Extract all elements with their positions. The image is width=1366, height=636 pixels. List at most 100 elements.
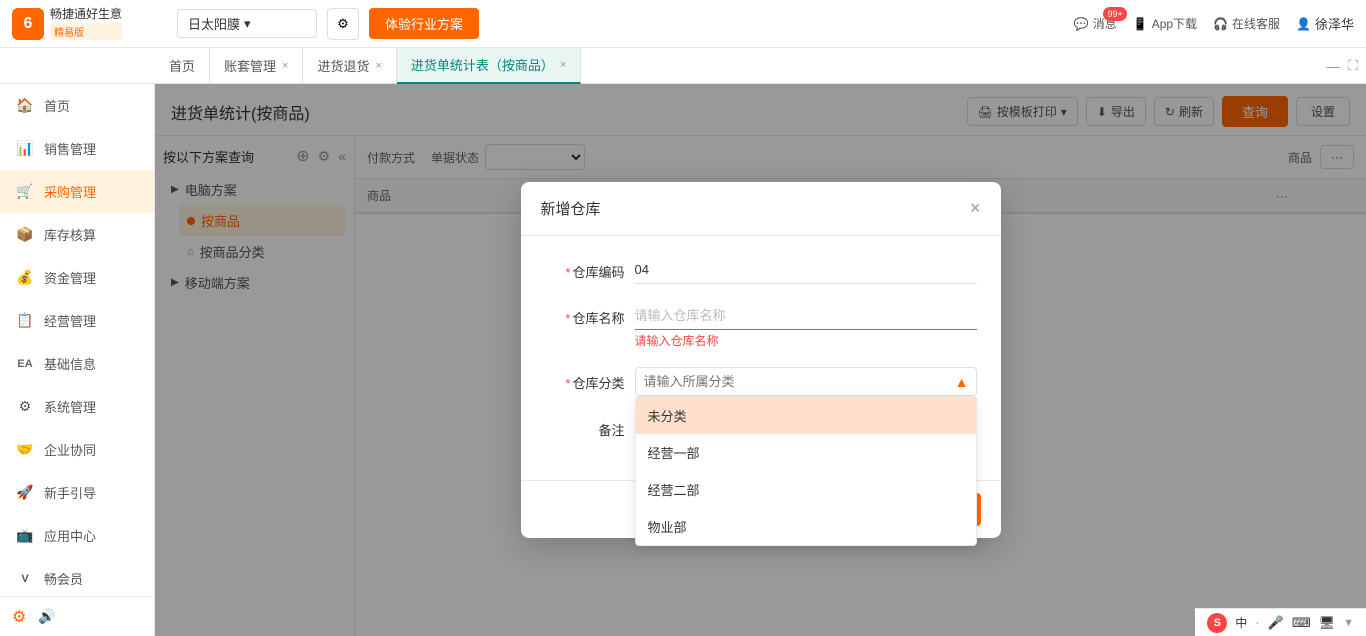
tab-account-management[interactable]: 账套管理 × [210, 48, 303, 84]
name-input[interactable] [635, 302, 977, 330]
online-service-label: 在线客服 [1232, 15, 1280, 32]
modal-overlay: 新增仓库 × *仓库编码 [155, 84, 1366, 636]
category-label: *仓库分类 [545, 367, 625, 392]
message-badge: 99+ [1103, 7, 1126, 21]
modal-title: 新增仓库 [541, 198, 601, 219]
sidebar-item-sales[interactable]: 📊 销售管理 [0, 127, 154, 170]
name-label: *仓库名称 [545, 302, 625, 327]
modal-close-button[interactable]: × [970, 198, 981, 219]
tab-close-icon[interactable]: × [375, 60, 381, 72]
content-area: 进货单统计(按商品) 🖨 按模板打印 ▾ ⬇ 导出 ↻ 刷新 查询 设置 [155, 84, 1366, 636]
sidebar-item-label: 库存核算 [44, 225, 96, 244]
dropdown-item-property[interactable]: 物业部 [636, 508, 976, 545]
user-profile[interactable]: 👤 徐泽华 [1296, 14, 1354, 33]
main-layout: 🏠 首页 📊 销售管理 🛒 采购管理 📦 库存核算 💰 资金管理 📋 经营管理 … [0, 84, 1366, 636]
app-download-label: App下载 [1152, 15, 1197, 32]
tab-close-icon[interactable]: × [282, 60, 288, 72]
sidebar-item-label: 经营管理 [44, 311, 96, 330]
sidebar-item-label: 畅会员 [44, 569, 83, 588]
keyboard-icon[interactable]: ⌨ [1292, 615, 1311, 631]
store-name: 日太阳膜 [188, 14, 240, 33]
dropdown-item-dept2[interactable]: 经营二部 [636, 471, 976, 508]
sidebar-item-label: 系统管理 [44, 397, 96, 416]
modal-body: *仓库编码 *仓库名称 请输入仓库名称 [521, 236, 1001, 480]
chevron-up-icon[interactable]: ▲ [955, 374, 969, 390]
operations-icon: 📋 [16, 312, 34, 330]
dropdown-item-unclassified[interactable]: 未分类 [636, 397, 976, 434]
sidebar-item-label: 基础信息 [44, 354, 96, 373]
tab-label: 账套管理 [224, 56, 276, 75]
tab-bar-actions: — ⛶ [1326, 57, 1366, 74]
message-icon: 💬 [1074, 17, 1089, 31]
tab-purchase-stats[interactable]: 进货单统计表（按商品） × [397, 48, 581, 84]
enterprise-icon: 🤝 [16, 441, 34, 459]
sidebar-item-inventory[interactable]: 📦 库存核算 [0, 213, 154, 256]
sidebar-item-label: 企业协同 [44, 440, 96, 459]
code-field-row: *仓库编码 [545, 256, 977, 284]
tab-label: 进货单统计表（按商品） [411, 55, 554, 74]
tab-bar: 首页 账套管理 × 进货退货 × 进货单统计表（按商品） × — ⛶ [0, 48, 1366, 84]
top-header: 6 畅捷通好生意 精易版 日太阳膜 ▾ ⚙ 体验行业方案 💬 99+ 消息 📱 … [0, 0, 1366, 48]
home-icon: 🏠 [16, 97, 34, 115]
sidebar-item-enterprise[interactable]: 🤝 企业协同 [0, 428, 154, 471]
speaker-icon[interactable]: 🔊 [38, 608, 55, 625]
mic-icon[interactable]: 🎤 [1268, 615, 1284, 631]
name-error-msg: 请输入仓库名称 [635, 332, 977, 349]
category-input-wrap: ▲ 未分类 经营一部 经营二部 物业部 [635, 367, 977, 396]
status-chinese[interactable]: 中 [1235, 614, 1247, 631]
sidebar-item-operations[interactable]: 📋 经营管理 [0, 299, 154, 342]
tab-home[interactable]: 首页 [155, 48, 210, 84]
app-download-button[interactable]: 📱 App下载 [1133, 15, 1197, 32]
modal-header: 新增仓库 × [521, 182, 1001, 236]
dropdown-item-dept1[interactable]: 经营一部 [636, 434, 976, 471]
chevron-down-icon: ▾ [244, 16, 251, 32]
user-name: 徐泽华 [1315, 14, 1354, 33]
name-field-row: *仓库名称 请输入仓库名称 [545, 302, 977, 349]
system-icon: ⚙ [16, 398, 34, 416]
code-input[interactable] [635, 256, 977, 284]
sidebar-item-basic-info[interactable]: EA 基础信息 [0, 342, 154, 385]
purchase-icon: 🛒 [16, 183, 34, 201]
sidebar-item-system[interactable]: ⚙ 系统管理 [0, 385, 154, 428]
gear-icon: ⚙ [337, 16, 349, 32]
sidebar: 🏠 首页 📊 销售管理 🛒 采购管理 📦 库存核算 💰 资金管理 📋 经营管理 … [0, 84, 155, 636]
sidebar-item-purchase[interactable]: 🛒 采购管理 [0, 170, 154, 213]
sidebar-item-label: 首页 [44, 96, 70, 115]
sidebar-item-app-center[interactable]: 📺 应用中心 [0, 514, 154, 557]
vip-icon: V [16, 570, 34, 588]
status-dot: · [1255, 615, 1259, 630]
logo-text-area: 畅捷通好生意 精易版 [50, 7, 122, 40]
sidebar-item-vip[interactable]: V 畅会员 [0, 557, 154, 600]
code-label: *仓库编码 [545, 256, 625, 281]
logo-name: 畅捷通好生意 [50, 7, 122, 23]
logo-area: 6 畅捷通好生意 精易版 [12, 7, 167, 40]
basic-info-icon: EA [16, 355, 34, 373]
tab-close-icon[interactable]: × [560, 59, 566, 71]
sidebar-item-label: 销售管理 [44, 139, 96, 158]
beginner-icon: 🚀 [16, 484, 34, 502]
inventory-icon: 📦 [16, 226, 34, 244]
user-icon: 👤 [1296, 17, 1311, 31]
store-selector[interactable]: 日太阳膜 ▾ [177, 9, 317, 38]
trial-button[interactable]: 体验行业方案 [369, 8, 479, 39]
tab-minimize-icon[interactable]: — [1326, 58, 1340, 74]
sidebar-item-label: 资金管理 [44, 268, 96, 287]
message-button[interactable]: 💬 99+ 消息 [1074, 15, 1117, 32]
notes-label: 备注 [545, 414, 625, 439]
category-input[interactable] [635, 367, 977, 396]
sidebar-item-beginner[interactable]: 🚀 新手引导 [0, 471, 154, 514]
tab-maximize-icon[interactable]: ⛶ [1348, 57, 1358, 74]
bottom-statusbar: S 中 · 🎤 ⌨ 🖥 ▼ [1195, 608, 1366, 636]
settings-bottom-icon[interactable]: ⚙ [12, 607, 26, 627]
category-dropdown: 未分类 经营一部 经营二部 物业部 [635, 396, 977, 546]
sales-icon: 📊 [16, 140, 34, 158]
online-service-button[interactable]: 🎧 在线客服 [1213, 15, 1280, 32]
brand-s-icon: S [1207, 613, 1227, 633]
chevron-down-status[interactable]: ▼ [1343, 617, 1354, 629]
sidebar-item-home[interactable]: 🏠 首页 [0, 84, 154, 127]
tab-purchase-return[interactable]: 进货退货 × [303, 48, 396, 84]
settings-button[interactable]: ⚙ [327, 8, 359, 40]
sidebar-item-finance[interactable]: 💰 资金管理 [0, 256, 154, 299]
mobile-icon: 📱 [1133, 17, 1148, 31]
monitor-icon[interactable]: 🖥 [1319, 615, 1336, 631]
